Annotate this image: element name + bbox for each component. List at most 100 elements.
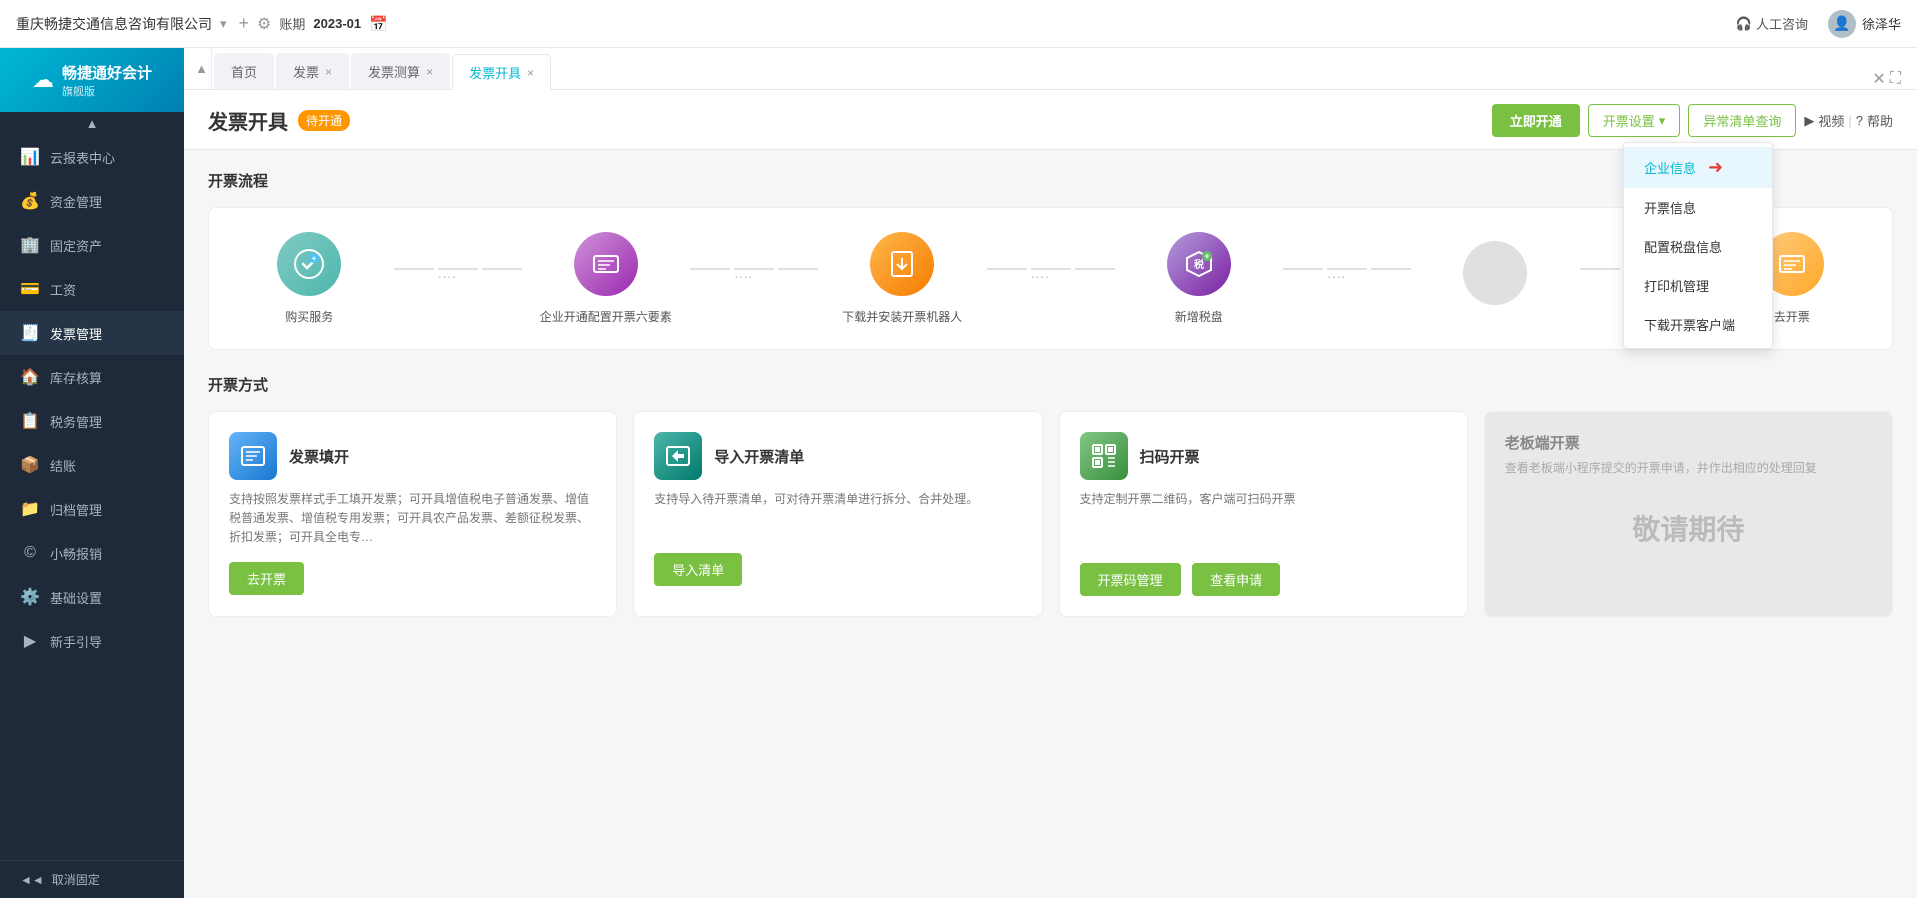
page-header: 发票开具 待开通 立即开通 开票设置 ▾ 异常清单查询 ▶ 视频 | ? <box>184 90 1917 150</box>
sidebar-item-label: 归档管理 <box>50 500 102 519</box>
manual-fill-icon <box>229 432 277 480</box>
tab-close-invoice-issue[interactable]: × <box>527 66 534 80</box>
flow-step-config: 企业开通配置开票六要素 <box>526 232 687 325</box>
tab-close-invoice[interactable]: × <box>325 65 332 79</box>
sidebar-item-salary[interactable]: 💳 工资 <box>0 267 184 311</box>
sidebar-item-settlement[interactable]: 📦 结账 <box>0 443 184 487</box>
dropdown-item-download-client[interactable]: 下载开票客户端 <box>1624 305 1772 344</box>
add-tax-icon: 税+ <box>1167 232 1231 296</box>
dropdown-item-tax-disk[interactable]: 配置税盘信息 <box>1624 227 1772 266</box>
chevron-down-icon: ▾ <box>1659 113 1666 129</box>
qr-code-mgmt-btn[interactable]: 开票码管理 <box>1080 563 1181 596</box>
sidebar-item-tax-mgmt[interactable]: 📋 税务管理 <box>0 399 184 443</box>
flow-step-buy-service: + 购买服务 <box>229 232 390 325</box>
placeholder-icon <box>1463 241 1527 305</box>
dropdown-arrow-icon: ➜ <box>1708 157 1723 178</box>
step-divider-3: ···· <box>987 268 1115 290</box>
boss-invoice-title: 老板端开票 <box>1505 432 1872 453</box>
download-icon <box>870 232 934 296</box>
company-name: 重庆畅捷交通信息咨询有限公司 <box>16 14 212 34</box>
window-close-btn[interactable]: ✕ <box>1872 69 1885 89</box>
dropdown-item-printer[interactable]: 打印机管理 <box>1624 266 1772 305</box>
sidebar-item-label: 基础设置 <box>50 588 102 607</box>
content-area: ▲ 首页 发票 × 发票测算 × 发票开具 × ✕ <box>184 48 1917 898</box>
sidebar-item-xiaochang[interactable]: © 小畅报销 <box>0 531 184 575</box>
go-invoice-label: 去开票 <box>1774 308 1810 325</box>
company-info-label: 企业信息 <box>1644 158 1696 177</box>
video-btn[interactable]: ▶ 视频 | ? 帮助 <box>1804 111 1893 130</box>
sidebar-item-fund-mgmt[interactable]: 💰 资金管理 <box>0 179 184 223</box>
method-header-manual: 发票填开 <box>229 432 596 480</box>
tab-invoice[interactable]: 发票 × <box>276 53 349 89</box>
tab-invoice-calc[interactable]: 发票测算 × <box>351 53 450 89</box>
sidebar-item-label: 工资 <box>50 280 76 299</box>
sidebar-item-invoice-mgmt[interactable]: 🧾 发票管理 <box>0 311 184 355</box>
tab-close-invoice-calc[interactable]: × <box>426 65 433 79</box>
sidebar-item-label: 小畅报销 <box>50 544 102 563</box>
sidebar-cancel-pin[interactable]: ◄◄ 取消固定 <box>0 860 184 898</box>
sidebar-item-label: 发票管理 <box>50 324 102 343</box>
coming-soon-overlay: 敬请期待 <box>1505 508 1872 548</box>
sidebar-item-fixed-assets[interactable]: 🏢 固定资产 <box>0 223 184 267</box>
tab-invoice-issue[interactable]: 发票开具 × <box>452 54 551 90</box>
sidebar-item-new-guide[interactable]: ▶ 新手引导 <box>0 619 184 663</box>
method-header-import: 导入开票清单 <box>654 432 1021 480</box>
settings-dropdown: 企业信息 ➜ 开票信息 配置税盘信息 打印机管理 下 <box>1623 142 1773 349</box>
calendar-icon[interactable]: 📅 <box>369 15 388 33</box>
xiaochang-icon: © <box>20 543 40 563</box>
headset-icon: 🎧 <box>1736 16 1752 32</box>
buy-service-icon: + <box>277 232 341 296</box>
question-icon: ? <box>1856 113 1863 128</box>
sidebar-item-archive[interactable]: 📁 归档管理 <box>0 487 184 531</box>
settings-icon[interactable]: ⚙ <box>257 14 271 34</box>
exception-btn[interactable]: 异常清单查询 <box>1688 104 1796 137</box>
avatar: 👤 <box>1828 10 1856 38</box>
flow-step-download: 下载并安装开票机器人 <box>822 232 983 325</box>
go-invoice-btn[interactable]: 去开票 <box>229 562 304 595</box>
sidebar-item-label: 新手引导 <box>50 632 102 651</box>
window-maximize-btn[interactable]: ⛶ <box>1890 70 1901 88</box>
dropdown-item-company-info[interactable]: 企业信息 ➜ <box>1624 147 1772 188</box>
period-value: 2023-01 <box>313 16 361 31</box>
scan-code-name: 扫码开票 <box>1140 446 1200 467</box>
method-card-import-list: 导入开票清单 支持导入待开票清单，可对待开票清单进行拆分、合并处理。 导入清单 <box>633 411 1042 617</box>
method-card-boss-invoice: 老板端开票 查看老板端小程序提交的开票申请，并作出相应的处理回复 敬请期待 <box>1484 411 1893 617</box>
invoice-icon: 🧾 <box>20 323 40 343</box>
svg-text:+: + <box>1204 251 1209 261</box>
tab-scroll-left[interactable]: ▲ <box>192 48 212 89</box>
method-card-scan-code: 扫码开票 支持定制开票二维码，客户端可扫码开票 开票码管理 查看申请 <box>1059 411 1468 617</box>
user-info[interactable]: 👤 徐泽华 <box>1828 10 1901 38</box>
sidebar-item-basic-settings[interactable]: ⚙️ 基础设置 <box>0 575 184 619</box>
user-name: 徐泽华 <box>1862 14 1901 33</box>
sidebar-item-inventory[interactable]: 🏠 库存核算 <box>0 355 184 399</box>
logo-text: 畅捷通好会计 <box>62 62 152 83</box>
methods-section-title: 开票方式 <box>208 374 1893 395</box>
scan-code-icon <box>1080 432 1128 480</box>
boss-card-content: 老板端开票 查看老板端小程序提交的开票申请，并作出相应的处理回复 敬请期待 <box>1505 432 1872 596</box>
import-list-btn[interactable]: 导入清单 <box>654 553 742 586</box>
config-label: 企业开通配置开票六要素 <box>540 308 672 325</box>
sidebar-item-label: 固定资产 <box>50 236 102 255</box>
tab-home[interactable]: 首页 <box>214 53 274 89</box>
period-label: 账期 <box>279 14 305 33</box>
activate-btn[interactable]: 立即开通 <box>1492 104 1580 137</box>
support-btn[interactable]: 🎧 人工咨询 <box>1736 14 1808 33</box>
tax-icon: 📋 <box>20 411 40 431</box>
sidebar-item-cloud-report[interactable]: 📊 云报表中心 <box>0 135 184 179</box>
boss-invoice-desc: 查看老板端小程序提交的开票申请，并作出相应的处理回复 <box>1505 459 1872 478</box>
step-divider-4: ···· <box>1283 268 1411 290</box>
settings-btn[interactable]: 开票设置 ▾ <box>1588 104 1681 137</box>
new-guide-icon: ▶ <box>20 631 40 651</box>
sidebar-scroll-up[interactable]: ▲ <box>0 112 184 135</box>
company-dropdown-icon[interactable]: ▾ <box>220 16 227 32</box>
add-company-btn[interactable]: + <box>239 13 250 34</box>
import-list-desc: 支持导入待开票清单，可对待开票清单进行拆分、合并处理。 <box>654 490 1021 509</box>
import-list-name: 导入开票清单 <box>714 446 804 467</box>
view-apply-btn[interactable]: 查看申请 <box>1192 563 1280 596</box>
step-divider-2: ···· <box>690 268 818 290</box>
cloud-report-icon: 📊 <box>20 147 40 167</box>
config-icon <box>574 232 638 296</box>
settings-btn-label: 开票设置 <box>1603 111 1655 130</box>
sidebar-item-label: 结账 <box>50 456 76 475</box>
dropdown-item-invoice-info[interactable]: 开票信息 <box>1624 188 1772 227</box>
